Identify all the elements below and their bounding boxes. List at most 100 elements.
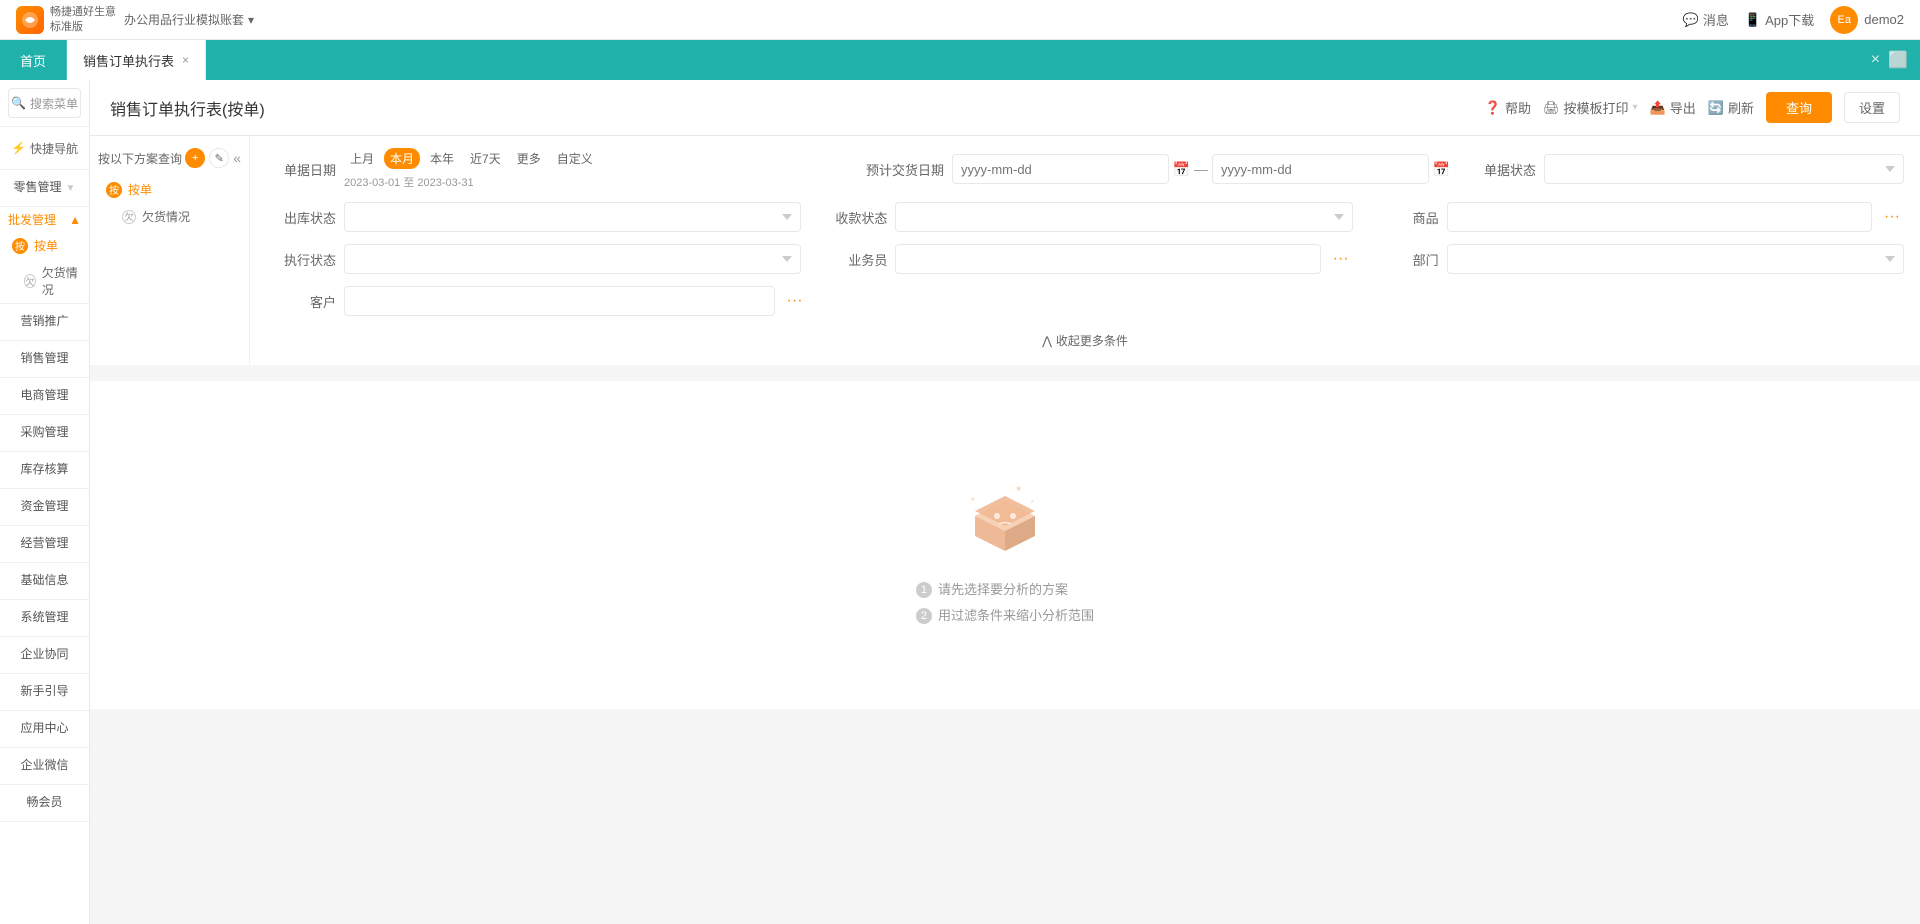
quick-nav-button[interactable]: ⚡ 快捷导航 [0,133,89,163]
exec-status-select[interactable] [344,244,801,274]
sidebar-item-apps[interactable]: 应用中心 [0,711,89,747]
scheme-item-press[interactable]: 按 按单 [98,176,241,203]
customer-more-icon[interactable]: ··· [783,292,807,310]
dept-select[interactable] [1447,244,1904,274]
forecast-to-calendar-icon[interactable]: 📅 [1433,161,1450,178]
breadcrumb-arrow-icon[interactable]: ▾ [248,13,254,27]
goods-label: 商品 [1369,208,1439,227]
settings-button[interactable]: 设置 [1844,92,1900,123]
tab-sales-execution[interactable]: 销售订单执行表 × [67,40,206,80]
sidebar-subitem-press[interactable]: 按 按单 [0,232,89,259]
svg-text:★: ★ [1015,484,1022,493]
message-button[interactable]: 💬 消息 [1683,10,1729,29]
tip-2-icon: 2 [916,608,932,624]
date-tab-last7[interactable]: 近7天 [464,148,507,169]
sidebar-item-enterprise[interactable]: 企业协同 [0,637,89,673]
sidebar-item-ecommerce[interactable]: 电商管理 [0,378,89,414]
query-button[interactable]: 查询 [1766,92,1832,123]
collapse-filter-button[interactable]: ⋀ 收起更多条件 [1030,328,1140,353]
content-area: 销售订单执行表(按单) ❓ 帮助 🖨 按模板打印 ▾ 📤 导出 🔄 刷新 [90,80,1920,924]
sidebar-item-finance[interactable]: 资金管理 [0,489,89,525]
top-bar: 畅捷通好生意 标准版 办公用品行业模拟账套 ▾ 💬 消息 📱 App下载 Ea … [0,0,1920,40]
print-icon: 🖨 [1543,100,1560,116]
filter-item-doc-status: 单据状态 [1466,154,1904,184]
customer-input[interactable] [344,286,775,316]
forecast-date-range: 📅 — 📅 [952,154,1450,184]
svg-text:★: ★ [970,496,975,503]
help-button[interactable]: ❓ 帮助 [1485,98,1531,117]
print-button[interactable]: 🖨 按模板打印 ▾ [1543,98,1638,117]
sidebar-wechat: 企业微信 [0,748,89,785]
sidebar-item-guide[interactable]: 新手引导 [0,674,89,710]
delivery-status-select[interactable] [344,202,801,232]
print-arrow-icon: ▾ [1633,102,1638,113]
user-menu-button[interactable]: Ea demo2 [1830,6,1904,34]
filter-item-forecast-date: 预计交货日期 📅 — 📅 [866,154,1450,184]
date-tab-last-month[interactable]: 上月 [344,148,380,169]
sidebar-item-sales[interactable]: 销售管理 [0,341,89,377]
scheme-buttons: + ✎ « [185,148,241,168]
sidebar-wholesale: 批发管理 ▲ 按 按单 欠 欠货情况 [0,207,89,304]
date-tab-more[interactable]: 更多 [511,148,547,169]
sidebar-item-purchase[interactable]: 采购管理 [0,415,89,451]
refresh-button[interactable]: 🔄 刷新 [1708,98,1754,117]
filter-row-4: 客户 ··· [266,286,1904,316]
window-close-icon[interactable]: × [1871,51,1880,69]
sidebar-apps: 应用中心 [0,711,89,748]
tip-item-1: 1 请先选择要分析的方案 [916,577,1094,603]
tab-controls: × ⬜ [1859,50,1920,70]
nav-icon: ⚡ [11,141,26,155]
filter-item-exec-status: 执行状态 [266,244,801,274]
doc-status-select[interactable] [1544,154,1904,184]
logo-text: 畅捷通好生意 标准版 [50,5,116,34]
sidebar-item-retail[interactable]: 零售管理 ▼ [0,170,89,206]
window-maximize-icon[interactable]: ⬜ [1888,50,1908,70]
receipt-status-wrap [895,202,1352,232]
sidebar-purchase: 采购管理 [0,415,89,452]
sidebar-subitem-debt[interactable]: 欠 欠货情况 [0,259,89,303]
scheme-header: 按以下方案查询 + ✎ « [98,148,241,168]
edit-scheme-button[interactable]: ✎ [209,148,229,168]
sidebar-item-wechat[interactable]: 企业微信 [0,748,89,784]
forecast-from-input[interactable] [952,154,1169,184]
salesman-input[interactable] [895,244,1320,274]
sidebar-item-inventory[interactable]: 库存核算 [0,452,89,488]
goods-input[interactable] [1447,202,1872,232]
forecast-to-input[interactable] [1212,154,1429,184]
date-tab-this-month[interactable]: 本月 [384,148,420,169]
sidebar-inventory: 库存核算 [0,452,89,489]
collapse-scheme-button[interactable]: « [233,150,241,166]
sidebar-item-system[interactable]: 系统管理 [0,600,89,636]
sidebar-item-operations[interactable]: 经营管理 [0,526,89,562]
filter-row-3: 执行状态 业务员 ··· 部门 [266,244,1904,274]
tip-1-icon: 1 [916,582,932,598]
app-download-button[interactable]: 📱 App下载 [1745,10,1814,29]
goods-more-icon[interactable]: ··· [1880,208,1904,226]
salesman-more-icon[interactable]: ··· [1329,250,1353,268]
date-tab-custom[interactable]: 自定义 [551,148,599,169]
sidebar-operations: 经营管理 [0,526,89,563]
sidebar-item-basic[interactable]: 基础信息 [0,563,89,599]
receipt-status-select[interactable] [895,202,1352,232]
forecast-from-calendar-icon[interactable]: 📅 [1173,161,1190,178]
filter-row-2: 出库状态 收款状态 [266,202,1904,232]
export-button[interactable]: 📤 导出 [1650,98,1696,117]
add-scheme-button[interactable]: + [185,148,205,168]
tab-home[interactable]: 首页 [0,40,67,80]
sidebar-item-member[interactable]: 畅会员 [0,785,89,821]
forecast-date-label: 预计交货日期 [866,160,944,179]
logo-icon [16,6,44,34]
filter-section: 按以下方案查询 + ✎ « 按 按单 欠 欠货情况 [90,136,1920,365]
export-icon: 📤 [1650,100,1666,116]
salesman-label: 业务员 [817,250,887,269]
scheme-item-debt[interactable]: 欠 欠货情况 [98,203,241,230]
press-scheme-icon: 按 [106,182,122,198]
empty-illustration: ★ ★ ★ [955,461,1055,561]
search-menu-button[interactable]: 🔍 搜索菜单 [8,88,81,118]
doc-status-label: 单据状态 [1466,160,1536,179]
sidebar-item-marketing[interactable]: 营销推广 [0,304,89,340]
sidebar-item-wholesale[interactable]: 批发管理 ▲ [0,207,89,232]
date-tab-this-year[interactable]: 本年 [424,148,460,169]
tab-close-icon[interactable]: × [182,53,189,67]
page-actions: ❓ 帮助 🖨 按模板打印 ▾ 📤 导出 🔄 刷新 查询 设置 [1485,92,1900,123]
